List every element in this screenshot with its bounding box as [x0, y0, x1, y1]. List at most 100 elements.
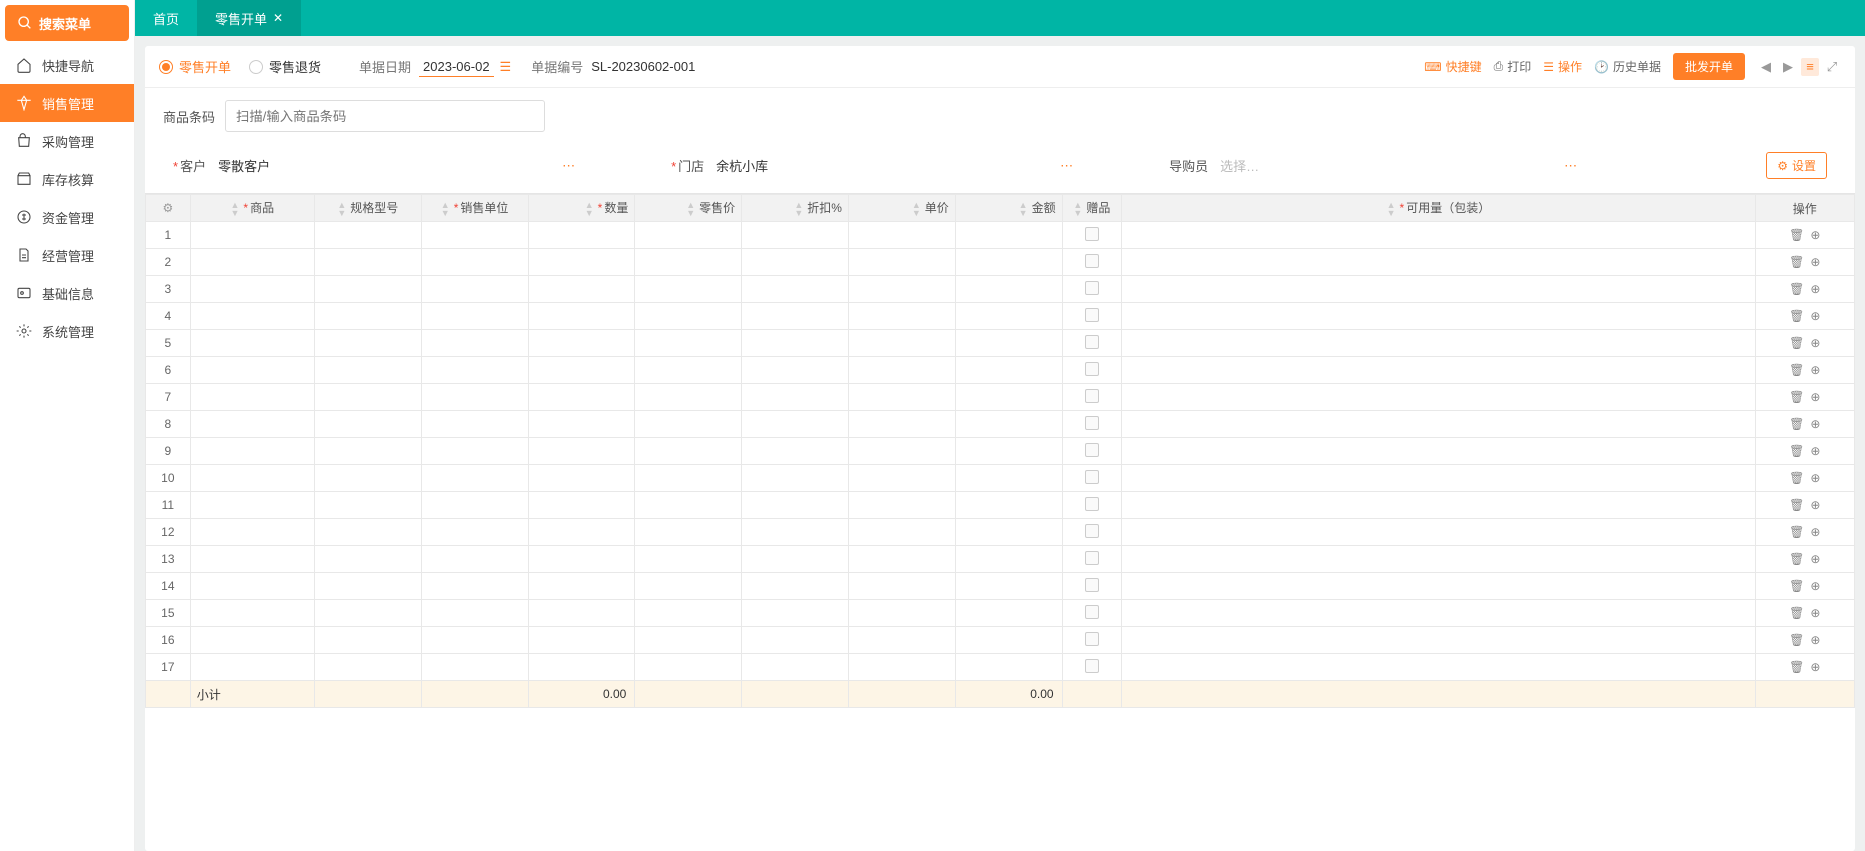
cell[interactable]: [848, 357, 955, 384]
next-icon[interactable]: ▶: [1779, 58, 1797, 76]
cell[interactable]: [190, 600, 314, 627]
cell[interactable]: [314, 465, 421, 492]
checkbox[interactable]: [1085, 389, 1099, 403]
add-icon[interactable]: ⊕: [1810, 498, 1820, 512]
table-row[interactable]: 5🗑⊕: [146, 330, 1855, 357]
cell[interactable]: [848, 654, 955, 681]
cell[interactable]: [314, 222, 421, 249]
table-row[interactable]: 10🗑⊕: [146, 465, 1855, 492]
guide-value[interactable]: 选择…: [1218, 153, 1548, 179]
cell[interactable]: [742, 519, 849, 546]
cell[interactable]: [528, 492, 635, 519]
cell[interactable]: [421, 357, 528, 384]
cell[interactable]: [955, 249, 1062, 276]
delete-icon[interactable]: 🗑: [1789, 471, 1804, 485]
table-row[interactable]: 1🗑⊕: [146, 222, 1855, 249]
cell[interactable]: [955, 627, 1062, 654]
delete-icon[interactable]: 🗑: [1789, 579, 1804, 593]
sidebar-item-doc[interactable]: 经营管理: [0, 236, 134, 274]
checkbox[interactable]: [1085, 416, 1099, 430]
table-row[interactable]: 15🗑⊕: [146, 600, 1855, 627]
sort-icon[interactable]: ▲▼: [230, 201, 239, 217]
sort-icon[interactable]: ▲▼: [337, 201, 346, 217]
sidebar-item-id[interactable]: 基础信息: [0, 274, 134, 312]
close-icon[interactable]: ✕: [273, 11, 283, 25]
cell[interactable]: [314, 303, 421, 330]
sort-icon[interactable]: ▲▼: [585, 201, 594, 217]
gift-cell[interactable]: [1062, 276, 1122, 303]
cell[interactable]: [528, 276, 635, 303]
col-header[interactable]: ▲▼*销售单位: [421, 195, 528, 222]
checkbox[interactable]: [1085, 362, 1099, 376]
gift-cell[interactable]: [1062, 357, 1122, 384]
table-row[interactable]: 6🗑⊕: [146, 357, 1855, 384]
cell[interactable]: [848, 249, 955, 276]
add-icon[interactable]: ⊕: [1810, 552, 1820, 566]
cell[interactable]: [528, 384, 635, 411]
cell[interactable]: [848, 384, 955, 411]
col-header[interactable]: ▲▼*可用量（包装）: [1122, 195, 1755, 222]
cell[interactable]: [190, 654, 314, 681]
cell[interactable]: [314, 519, 421, 546]
gift-cell[interactable]: [1062, 438, 1122, 465]
cell[interactable]: [1122, 519, 1755, 546]
cell[interactable]: [1122, 330, 1755, 357]
cell[interactable]: [635, 357, 742, 384]
gift-cell[interactable]: [1062, 384, 1122, 411]
sort-icon[interactable]: ▲▼: [1387, 201, 1396, 217]
cell[interactable]: [742, 330, 849, 357]
cell[interactable]: [1122, 573, 1755, 600]
cell[interactable]: [742, 600, 849, 627]
cell[interactable]: [1122, 303, 1755, 330]
delete-icon[interactable]: 🗑: [1789, 660, 1804, 674]
cell[interactable]: [314, 600, 421, 627]
cell[interactable]: [955, 438, 1062, 465]
cell[interactable]: [190, 357, 314, 384]
checkbox[interactable]: [1085, 524, 1099, 538]
gift-cell[interactable]: [1062, 627, 1122, 654]
cell[interactable]: [848, 411, 955, 438]
delete-icon[interactable]: 🗑: [1789, 390, 1804, 404]
cell[interactable]: [190, 465, 314, 492]
cell[interactable]: [190, 411, 314, 438]
add-icon[interactable]: ⊕: [1810, 255, 1820, 269]
cell[interactable]: [848, 546, 955, 573]
cell[interactable]: [1122, 627, 1755, 654]
cell[interactable]: [742, 438, 849, 465]
cell[interactable]: [314, 654, 421, 681]
checkbox[interactable]: [1085, 281, 1099, 295]
table-row[interactable]: 16🗑⊕: [146, 627, 1855, 654]
checkbox[interactable]: [1085, 632, 1099, 646]
cell[interactable]: [190, 573, 314, 600]
add-icon[interactable]: ⊕: [1810, 660, 1820, 674]
gift-cell[interactable]: [1062, 654, 1122, 681]
gift-cell[interactable]: [1062, 519, 1122, 546]
cell[interactable]: [1122, 222, 1755, 249]
table-row[interactable]: 14🗑⊕: [146, 573, 1855, 600]
cell[interactable]: [848, 465, 955, 492]
cell[interactable]: [635, 384, 742, 411]
add-icon[interactable]: ⊕: [1810, 417, 1820, 431]
cell[interactable]: [848, 519, 955, 546]
cell[interactable]: [528, 330, 635, 357]
cell[interactable]: [528, 411, 635, 438]
cell[interactable]: [190, 627, 314, 654]
cell[interactable]: [1122, 438, 1755, 465]
cell[interactable]: [314, 330, 421, 357]
gift-cell[interactable]: [1062, 411, 1122, 438]
prev-icon[interactable]: ◀: [1757, 58, 1775, 76]
cell[interactable]: [635, 303, 742, 330]
table-row[interactable]: 13🗑⊕: [146, 546, 1855, 573]
cell[interactable]: [314, 357, 421, 384]
gift-cell[interactable]: [1062, 249, 1122, 276]
table-row[interactable]: 4🗑⊕: [146, 303, 1855, 330]
cell[interactable]: [421, 384, 528, 411]
delete-icon[interactable]: 🗑: [1789, 606, 1804, 620]
cell[interactable]: [190, 546, 314, 573]
cell[interactable]: [314, 438, 421, 465]
cell[interactable]: [421, 276, 528, 303]
cell[interactable]: [635, 600, 742, 627]
gift-cell[interactable]: [1062, 465, 1122, 492]
cell[interactable]: [742, 465, 849, 492]
cell[interactable]: [848, 303, 955, 330]
